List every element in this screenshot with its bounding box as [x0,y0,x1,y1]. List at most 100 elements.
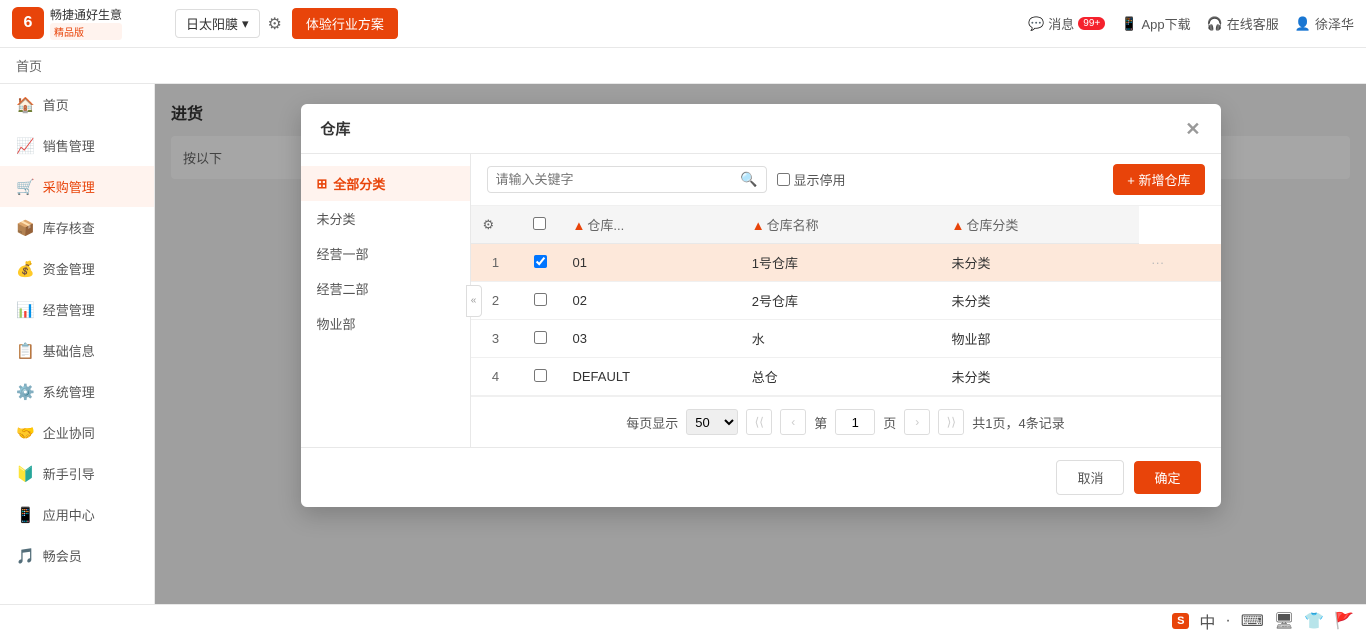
apps-icon: 📱 [16,506,35,524]
show-disabled-checkbox[interactable]: 显示停用 [777,170,846,189]
sidebar-label: 首页 [43,95,69,114]
cat-item-dept1[interactable]: 经营一部 [301,236,470,271]
shirt-icon[interactable]: 👕 [1304,611,1324,631]
warehouse-table: ⚙ ▲仓库... ▲仓库名称 ▲仓库分类 1 01 1号仓库 未分类 [471,206,1221,396]
row-name: 总仓 [740,358,940,396]
breadcrumb: 首页 [0,48,1366,84]
table-row[interactable]: 2 02 2号仓库 未分类 [471,282,1221,320]
store-selector[interactable]: 日太阳膜 ▾ [175,9,260,38]
message-badge: 99+ [1078,17,1105,30]
per-page-label: 每页显示 [626,413,678,432]
cat-item-property[interactable]: 物业部 [301,306,470,341]
table-row[interactable]: 4 DEFAULT 总仓 未分类 [471,358,1221,396]
search-icon[interactable]: 🔍 [740,171,757,188]
table-row[interactable]: 3 03 水 物业部 [471,320,1221,358]
row-num: 4 [471,358,521,396]
sidebar-item-apps[interactable]: 📱 应用中心 [0,494,154,535]
online-service-btn[interactable]: 🎧 在线客服 [1207,14,1279,33]
logo-icon: 6 [12,7,44,39]
page-summary: 共1页，4条记录 [972,413,1064,432]
modal-body: ⊞ 全部分类 未分类 经营一部 经营二部 物业部 « [301,154,1221,447]
sidebar-item-system[interactable]: ⚙️ 系统管理 [0,371,154,412]
row-id: 03 [561,320,740,358]
last-page-btn[interactable]: ⟩⟩ [938,409,964,435]
search-input[interactable] [496,172,735,187]
row-checkbox[interactable] [534,369,547,382]
sidebar-label: 销售管理 [43,136,95,155]
mobile-icon: 📱 [1121,16,1137,32]
sales-icon: 📈 [16,137,35,155]
sidebar-item-operations[interactable]: 📊 经营管理 [0,289,154,330]
gear-icon[interactable]: ⚙ [268,14,282,34]
logo-text: 畅捷通好生意 [50,7,122,24]
confirm-btn[interactable]: 确定 [1134,461,1200,494]
next-page-btn[interactable]: › [904,409,930,435]
top-nav: 6 畅捷通好生意 精品版 日太阳膜 ▾ ⚙ 体验行业方案 💬 消息 99+ 📱 … [0,0,1366,48]
cat-all[interactable]: ⊞ 全部分类 [301,166,470,201]
sidebar-item-inventory[interactable]: 📦 库存核查 [0,207,154,248]
row-checkbox[interactable] [534,293,547,306]
finance-icon: 💰 [16,260,35,278]
sidebar-label: 应用中心 [43,505,95,524]
table-header-row: ⚙ ▲仓库... ▲仓库名称 ▲仓库分类 [471,206,1221,244]
sidebar-item-sales[interactable]: 📈 销售管理 [0,125,154,166]
page-input[interactable] [835,409,875,435]
table-row[interactable]: 1 01 1号仓库 未分类 ··· [471,244,1221,282]
sidebar-item-home[interactable]: 🏠 首页 [0,84,154,125]
sidebar-item-purchase[interactable]: 🛒 采购管理 [0,166,154,207]
row-more-actions[interactable]: ··· [1139,244,1220,282]
pagination: 每页显示 50 20 100 ⟨⟨ ‹ 第 页 › [471,396,1221,447]
table-toolbar: 🔍 显示停用 + 新增仓库 [471,154,1221,206]
cat-item-dept2[interactable]: 经营二部 [301,271,470,306]
sidebar-label: 库存核查 [43,218,95,237]
sidebar-label: 畅会员 [43,546,82,565]
row-checkbox-cell [521,282,561,320]
grid-icon: ⊞ [317,176,328,192]
row-checkbox-cell [521,320,561,358]
close-icon[interactable]: ✕ [1185,120,1200,138]
select-all-checkbox[interactable] [533,217,546,230]
cat-item-unclassified[interactable]: 未分类 [301,201,470,236]
prev-page-btn[interactable]: ‹ [780,409,806,435]
sidebar-item-enterprise[interactable]: 🤝 企业协同 [0,412,154,453]
col-header-num: ▲仓库... [561,206,740,244]
col-header-name: ▲仓库名称 [740,206,940,244]
sidebar-item-basic-info[interactable]: 📋 基础信息 [0,330,154,371]
messages-btn[interactable]: 💬 消息 99+ [1028,14,1105,33]
category-panel: ⊞ 全部分类 未分类 经营一部 经营二部 物业部 « [301,154,471,447]
row-name: 1号仓库 [740,244,940,282]
sidebar-item-finance[interactable]: 💰 资金管理 [0,248,154,289]
sidebar-label: 采购管理 [43,177,95,196]
collapse-panel-btn[interactable]: « [466,285,482,317]
sidebar-item-member[interactable]: 🎵 畅会员 [0,535,154,576]
row-checkbox[interactable] [534,331,547,344]
chevron-down-icon: ▾ [242,16,249,32]
table-scroll-area: ⚙ ▲仓库... ▲仓库名称 ▲仓库分类 1 01 1号仓库 未分类 [471,206,1221,396]
first-page-btn[interactable]: ⟨⟨ [746,409,772,435]
row-num: 1 [471,244,521,282]
bottom-bar: S 中 · ⌨ 🖥 👕 🚩 [0,604,1366,636]
row-category: 未分类 [939,244,1139,282]
breadcrumb-home[interactable]: 首页 [16,56,42,75]
trial-btn[interactable]: 体验行业方案 [292,8,398,39]
app-download-btn[interactable]: 📱 App下载 [1121,14,1190,33]
sidebar-item-guide[interactable]: 🔰 新手引导 [0,453,154,494]
keyboard-icon[interactable]: ⌨ [1241,611,1264,631]
sidebar: 🏠 首页 📈 销售管理 🛒 采购管理 📦 库存核查 💰 资金管理 📊 经营管理 … [0,84,155,636]
monitor-icon[interactable]: 🖥 [1274,611,1294,631]
row-category: 未分类 [939,282,1139,320]
search-input-wrap: 🔍 [487,166,767,193]
operations-icon: 📊 [16,301,35,319]
per-page-select[interactable]: 50 20 100 [686,409,738,435]
add-warehouse-btn[interactable]: + 新增仓库 [1113,164,1204,195]
row-num: 3 [471,320,521,358]
show-disabled-check[interactable] [777,173,790,186]
modal-header: 仓库 ✕ [301,104,1221,154]
page-label: 第 [814,413,827,432]
cancel-btn[interactable]: 取消 [1056,460,1124,495]
message-icon: 💬 [1028,16,1044,32]
user-menu[interactable]: 👤 徐泽华 [1295,14,1354,33]
row-checkbox[interactable] [534,255,547,268]
user-avatar: 👤 [1295,16,1311,32]
modal-overlay: 仓库 ✕ ⊞ 全部分类 未分类 经营一部 经营二部 物业部 [155,84,1366,636]
